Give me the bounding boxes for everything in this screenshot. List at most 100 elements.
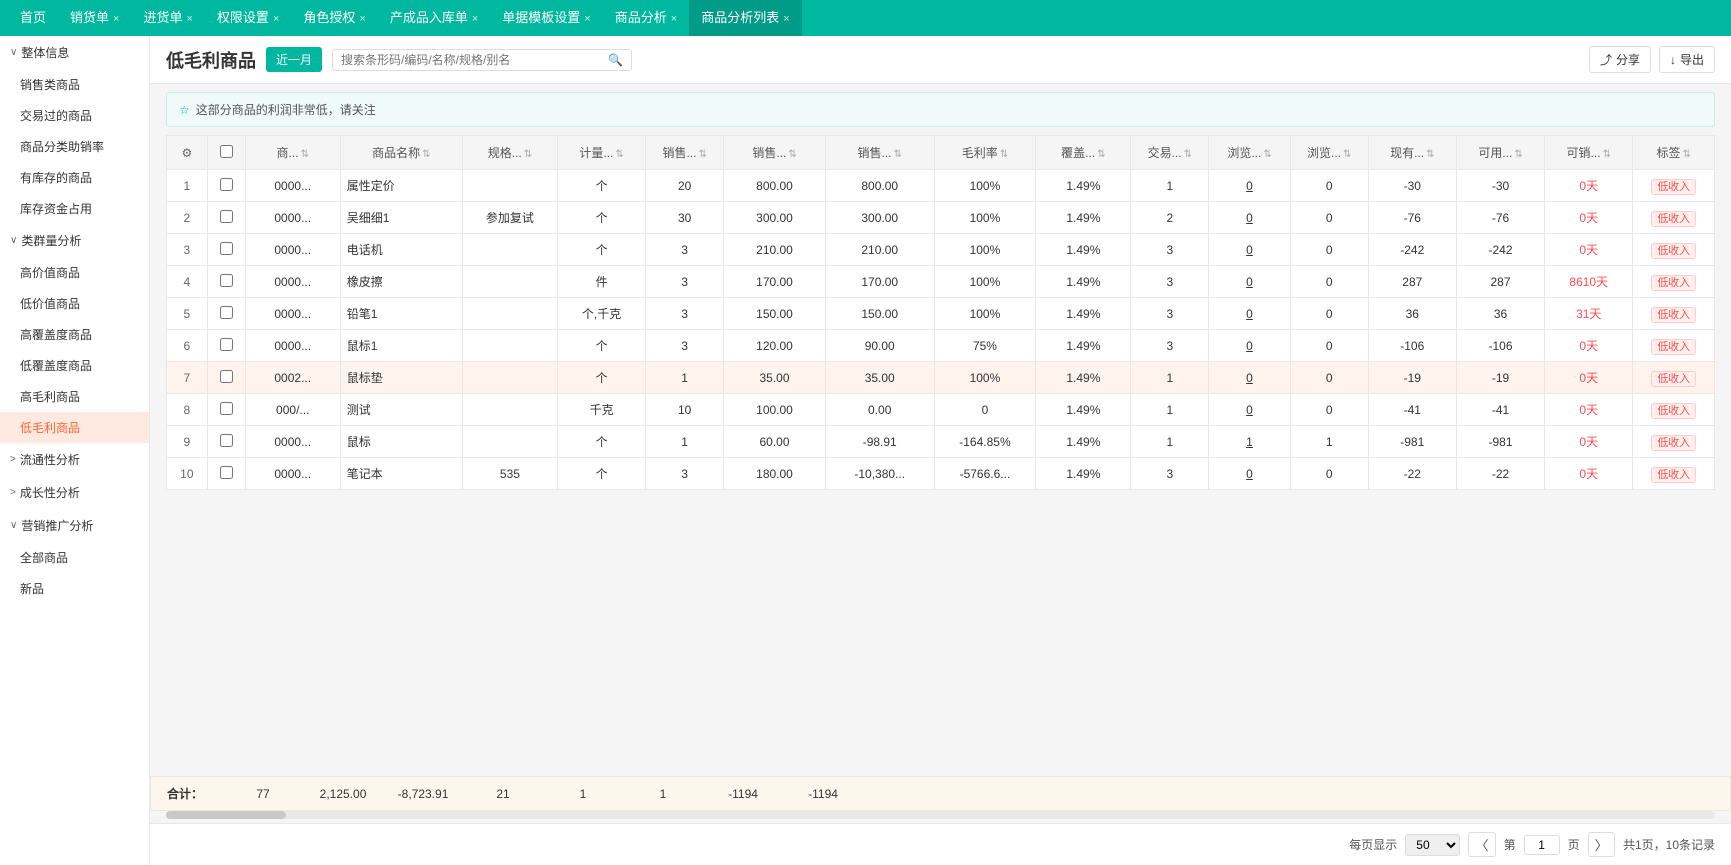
nav-close-icon[interactable]: × (584, 13, 590, 25)
nav-close-icon[interactable]: × (273, 13, 279, 25)
nav-item-商品分析[interactable]: 商品分析× (603, 0, 689, 36)
nav-item-单据模板设置[interactable]: 单据模板设置× (490, 0, 602, 36)
group-arrow-icon: ∨ (10, 520, 17, 531)
page-size-select[interactable]: 50 100 200 (1405, 834, 1460, 856)
col-header-0: ⚙ (167, 136, 208, 170)
sidebar-item-低价值商品[interactable]: 低价值商品 (0, 288, 149, 319)
sidebar-item-交易过的商品[interactable]: 交易过的商品 (0, 100, 149, 131)
sidebar-group-整体信息[interactable]: ∨整体信息 (0, 36, 149, 69)
cell-6: 3 (646, 298, 724, 330)
browse1-val[interactable]: 1 (1246, 435, 1253, 449)
col-header-9[interactable]: 毛利率⇅ (934, 136, 1036, 170)
sidebar-item-低覆盖度商品[interactable]: 低覆盖度商品 (0, 350, 149, 381)
row-checkbox[interactable] (220, 466, 233, 479)
row-number: 4 (167, 266, 208, 298)
nav-close-icon[interactable]: × (783, 13, 789, 25)
row-checkbox[interactable] (220, 178, 233, 191)
browse1-val[interactable]: 0 (1246, 179, 1253, 193)
browse1-val[interactable]: 0 (1246, 307, 1253, 321)
col-header-2[interactable]: 商...⇅ (245, 136, 340, 170)
cell-4 (462, 266, 557, 298)
date-filter-button[interactable]: 近一月 (266, 47, 322, 72)
browse1-val[interactable]: 0 (1246, 211, 1253, 225)
nav-item-销货单[interactable]: 销货单× (58, 0, 131, 36)
col-header-3[interactable]: 商品名称⇅ (340, 136, 462, 170)
footer-browse2: 1 (623, 787, 703, 801)
col-header-17[interactable]: 标签⇅ (1633, 136, 1715, 170)
browse1-val[interactable]: 0 (1246, 339, 1253, 353)
cell-1 (207, 426, 245, 458)
col-header-7[interactable]: 销售...⇅ (724, 136, 826, 170)
browse1-val[interactable]: 0 (1246, 275, 1253, 289)
nav-item-商品分析列表[interactable]: 商品分析列表× (689, 0, 801, 36)
col-header-13[interactable]: 浏览...⇅ (1290, 136, 1368, 170)
nav-item-角色授权[interactable]: 角色授权× (291, 0, 377, 36)
search-input[interactable] (341, 53, 604, 67)
cell-14: -106 (1368, 330, 1456, 362)
col-header-5[interactable]: 计量...⇅ (557, 136, 645, 170)
nav-close-icon[interactable]: × (472, 13, 478, 25)
col-header-8[interactable]: 销售...⇅ (825, 136, 934, 170)
settings-icon[interactable]: ⚙ (181, 146, 192, 160)
nav-item-产成品入库单[interactable]: 产成品入库单× (378, 0, 490, 36)
row-checkbox[interactable] (220, 434, 233, 447)
sidebar-item-低毛利商品[interactable]: 低毛利商品 (0, 412, 149, 443)
sidebar-group-类群量分析[interactable]: ∨类群量分析 (0, 224, 149, 257)
share-button[interactable]: ⤴ 分享 (1589, 46, 1651, 73)
nav-item-进货单[interactable]: 进货单× (131, 0, 204, 36)
sidebar-item-新品[interactable]: 新品 (0, 573, 149, 604)
sidebar-group-营销推广分析[interactable]: ∨营销推广分析 (0, 509, 149, 542)
col-header-15[interactable]: 可用...⇅ (1456, 136, 1544, 170)
select-all-checkbox[interactable] (220, 145, 233, 158)
sidebar-item-全部商品[interactable]: 全部商品 (0, 542, 149, 573)
browse1-val[interactable]: 0 (1246, 403, 1253, 417)
row-checkbox[interactable] (220, 402, 233, 415)
nav-close-icon[interactable]: × (186, 13, 192, 25)
row-checkbox[interactable] (220, 370, 233, 383)
sidebar-item-高覆盖度商品[interactable]: 高覆盖度商品 (0, 319, 149, 350)
col-header-4[interactable]: 规格...⇅ (462, 136, 557, 170)
cell-14: -242 (1368, 234, 1456, 266)
col-header-14[interactable]: 现有...⇅ (1368, 136, 1456, 170)
row-checkbox[interactable] (220, 306, 233, 319)
cell-5: 个 (557, 458, 645, 490)
sidebar-item-有库存的商品[interactable]: 有库存的商品 (0, 162, 149, 193)
browse1-val[interactable]: 0 (1246, 243, 1253, 257)
export-button[interactable]: ↓ 导出 (1659, 46, 1715, 73)
row-checkbox[interactable] (220, 338, 233, 351)
sidebar-group-成长性分析[interactable]: >成长性分析 (0, 476, 149, 509)
row-checkbox[interactable] (220, 274, 233, 287)
row-checkbox[interactable] (220, 242, 233, 255)
sidebar-group-流通性分析[interactable]: >流通性分析 (0, 443, 149, 476)
page-number-input[interactable] (1524, 835, 1560, 855)
cell-7: 800.00 (724, 170, 826, 202)
scrollbar-thumb[interactable] (166, 811, 286, 819)
cell-15: 36 (1456, 298, 1544, 330)
col-header-10[interactable]: 覆盖...⇅ (1036, 136, 1131, 170)
horizontal-scrollbar[interactable] (166, 811, 1715, 819)
cell-16: 0天 (1545, 170, 1633, 202)
row-checkbox[interactable] (220, 210, 233, 223)
col-header-16[interactable]: 可销...⇅ (1545, 136, 1633, 170)
browse1-val[interactable]: 0 (1246, 371, 1253, 385)
cell-2: 0000... (245, 298, 340, 330)
nav-close-icon[interactable]: × (671, 13, 677, 25)
nav-item-权限设置[interactable]: 权限设置× (205, 0, 291, 36)
sidebar-item-销售类商品[interactable]: 销售类商品 (0, 69, 149, 100)
nav-item-首页[interactable]: 首页 (8, 0, 58, 36)
sidebar-item-商品分类助销率[interactable]: 商品分类助销率 (0, 131, 149, 162)
saleable-days: 0天 (1579, 211, 1598, 225)
col-header-12[interactable]: 浏览...⇅ (1209, 136, 1290, 170)
cell-9: 100% (934, 202, 1036, 234)
nav-close-icon[interactable]: × (113, 13, 119, 25)
next-page-button[interactable]: 〉 (1588, 832, 1615, 857)
col-header-6[interactable]: 销售...⇅ (646, 136, 724, 170)
sidebar-item-高价值商品[interactable]: 高价值商品 (0, 257, 149, 288)
nav-close-icon[interactable]: × (359, 13, 365, 25)
prev-page-button[interactable]: 〈 (1468, 832, 1495, 857)
sidebar-item-高毛利商品[interactable]: 高毛利商品 (0, 381, 149, 412)
sidebar-item-库存资金占用[interactable]: 库存资金占用 (0, 193, 149, 224)
col-header-11[interactable]: 交易...⇅ (1131, 136, 1209, 170)
browse1-val[interactable]: 0 (1246, 467, 1253, 481)
search-icon[interactable]: 🔍 (608, 53, 623, 67)
